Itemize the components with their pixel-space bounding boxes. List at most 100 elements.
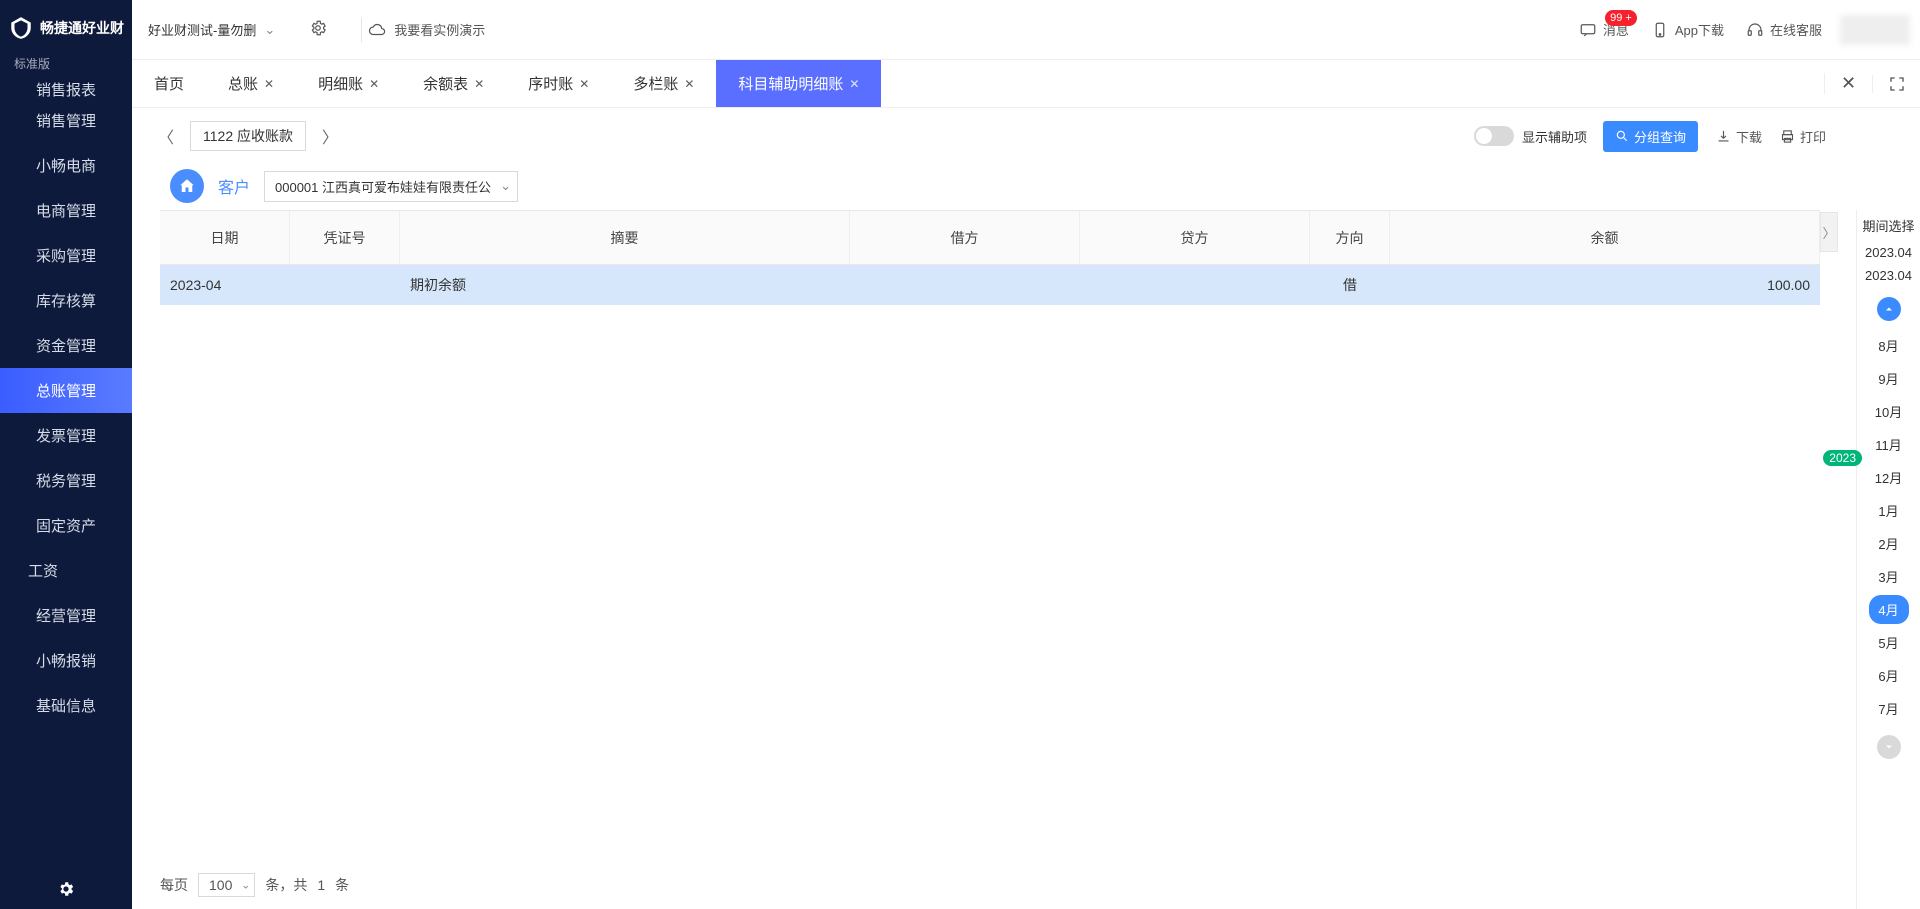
period-month[interactable]: 7月 (1869, 694, 1909, 723)
tab-balance-sheet[interactable]: 余额表✕ (401, 60, 506, 107)
period-month[interactable]: 9月 (1869, 364, 1909, 393)
panel-collapse-button[interactable]: 〉 (1820, 212, 1838, 252)
sidebar-item-general-ledger[interactable]: 总账管理 (0, 368, 132, 413)
tab-general-ledger[interactable]: 总账 ✕ (206, 60, 296, 107)
tab-label: 首页 (154, 73, 184, 94)
project-selector[interactable]: 好业财测试-量勿删 ⌄ (140, 16, 283, 43)
tab-label: 科目辅助明细账 (738, 73, 843, 94)
sidebar-item-xchang-ec[interactable]: 小畅电商 (0, 143, 132, 188)
chevron-down-icon: ⌄ (241, 879, 250, 892)
col-debit: 借方 (850, 211, 1080, 264)
messages-badge: 99 + (1605, 10, 1637, 26)
period-month[interactable]: 4月 (1869, 595, 1909, 624)
pager-total-suffix: 条 (335, 875, 349, 895)
cell-date: 2023-04 (160, 265, 290, 305)
period-to[interactable]: 2023.04 (1865, 264, 1912, 287)
sidebar-settings[interactable] (0, 869, 132, 909)
cell-voucher (290, 265, 400, 305)
fullscreen-button[interactable] (1872, 75, 1920, 93)
sidebar-item-salary[interactable]: 工资 (0, 548, 132, 593)
service-button[interactable]: 在线客服 (1746, 20, 1822, 39)
print-button[interactable]: 打印 (1780, 127, 1826, 146)
sidebar-item-funds[interactable]: 资金管理 (0, 323, 132, 368)
home-icon (178, 177, 196, 195)
period-month[interactable]: 5月 (1869, 628, 1909, 657)
user-avatar[interactable] (1840, 15, 1910, 45)
tab-multi-column[interactable]: 多栏账✕ (611, 60, 716, 107)
period-month[interactable]: 3月 (1869, 562, 1909, 591)
brand-edition: 标准版 (0, 55, 132, 80)
sidebar-item-truncated[interactable]: 销售报表 (0, 80, 132, 98)
close-icon[interactable]: ✕ (684, 77, 694, 91)
chevron-down-icon: ⌄ (264, 22, 275, 38)
customer-home-icon[interactable] (170, 169, 204, 203)
customer-row: 客户 000001 江西真可爱布娃娃有限责任公 ⌄ (132, 164, 1856, 208)
sidebar-item-ec-manage[interactable]: 电商管理 (0, 188, 132, 233)
period-from[interactable]: 2023.04 (1865, 241, 1912, 264)
sidebar-item-inventory[interactable]: 库存核算 (0, 278, 132, 323)
demo-link[interactable]: 我要看实例演示 (368, 20, 485, 39)
sidebar-item-basic-info[interactable]: 基础信息 (0, 683, 132, 728)
sidebar-item-reimburse[interactable]: 小畅报销 (0, 638, 132, 683)
col-balance: 余额 (1390, 211, 1820, 264)
download-label: 下载 (1736, 127, 1762, 146)
tab-label: 总账 (228, 73, 258, 94)
tab-chrono-ledger[interactable]: 序时账 ✕ (506, 60, 611, 107)
sidebar-item-fixed-assets[interactable]: 固定资产 (0, 503, 132, 548)
query-label: 分组查询 (1634, 127, 1686, 146)
cell-summary: 期初余额 (400, 265, 850, 305)
chevron-up-icon (1883, 303, 1895, 315)
close-icon[interactable]: ✕ (264, 77, 274, 91)
period-panel: 期间选择 2023.04 2023.04 8月 9月 10月 11月 12月 1… (1856, 210, 1920, 909)
col-credit: 贷方 (1080, 211, 1310, 264)
table-row[interactable]: 2023-04 期初余额 借 100.00 (160, 265, 1820, 305)
period-month[interactable]: 11月 (1869, 430, 1909, 459)
download-button[interactable]: 下载 (1716, 127, 1762, 146)
tab-home[interactable]: 首页 (132, 60, 206, 107)
demo-label: 我要看实例演示 (394, 20, 485, 39)
period-month[interactable]: 10月 (1869, 397, 1909, 426)
chevron-down-icon: ⌄ (500, 178, 511, 194)
aux-toggle[interactable] (1474, 126, 1514, 146)
col-date: 日期 (160, 211, 290, 264)
tab-label: 序时账 (528, 73, 573, 94)
cell-balance: 100.00 (1390, 265, 1820, 305)
messages-button[interactable]: 消息 99 + (1579, 20, 1629, 39)
close-icon[interactable]: ✕ (579, 77, 589, 91)
customer-select[interactable]: 000001 江西真可爱布娃娃有限责任公 ⌄ (264, 171, 518, 202)
close-icon[interactable]: ✕ (474, 77, 484, 91)
month-scroll-down[interactable] (1877, 735, 1901, 759)
group-query-button[interactable]: 分组查询 (1603, 121, 1698, 152)
cell-debit (850, 265, 1080, 305)
sidebar-item-sales[interactable]: 销售管理 (0, 98, 132, 143)
app-download-button[interactable]: App下载 (1651, 20, 1724, 39)
expand-icon (1888, 75, 1906, 93)
close-all-tabs-button[interactable]: ✕ (1824, 73, 1872, 94)
period-month[interactable]: 1月 (1869, 496, 1909, 525)
month-scroll-up[interactable] (1877, 297, 1901, 321)
next-account-button[interactable]: 〉 (318, 120, 342, 152)
pager-per-label: 每页 (160, 875, 188, 895)
page-size-select[interactable]: 100 ⌄ (198, 873, 255, 897)
period-month[interactable]: 2月 (1869, 529, 1909, 558)
tab-detail-ledger[interactable]: 明细账✕ (296, 60, 401, 107)
headset-icon (1746, 21, 1764, 39)
close-icon[interactable]: ✕ (849, 77, 859, 91)
sidebar-item-operation[interactable]: 经营管理 (0, 593, 132, 638)
close-icon[interactable]: ✕ (369, 77, 379, 91)
customer-label: 客户 (218, 174, 250, 198)
period-month[interactable]: 8月 (1869, 331, 1909, 360)
prev-account-button[interactable]: 〈 (154, 120, 178, 152)
settings-button[interactable] (309, 19, 327, 40)
period-month[interactable]: 12月 (1869, 463, 1909, 492)
sidebar-item-purchase[interactable]: 采购管理 (0, 233, 132, 278)
aux-toggle-label: 显示辅助项 (1522, 127, 1587, 146)
tab-aux-detail[interactable]: 科目辅助明细账 ✕ (716, 60, 881, 107)
customer-selected: 000001 江西真可爱布娃娃有限责任公 (275, 180, 491, 195)
sidebar-item-tax[interactable]: 税务管理 (0, 458, 132, 503)
account-code[interactable]: 1122 应收账款 (190, 121, 306, 151)
sidebar-item-invoice[interactable]: 发票管理 (0, 413, 132, 458)
period-month[interactable]: 6月 (1869, 661, 1909, 690)
period-year-tag: 2023 (1823, 450, 1862, 466)
account-nav: 〈 1122 应收账款 〉 (154, 120, 342, 152)
